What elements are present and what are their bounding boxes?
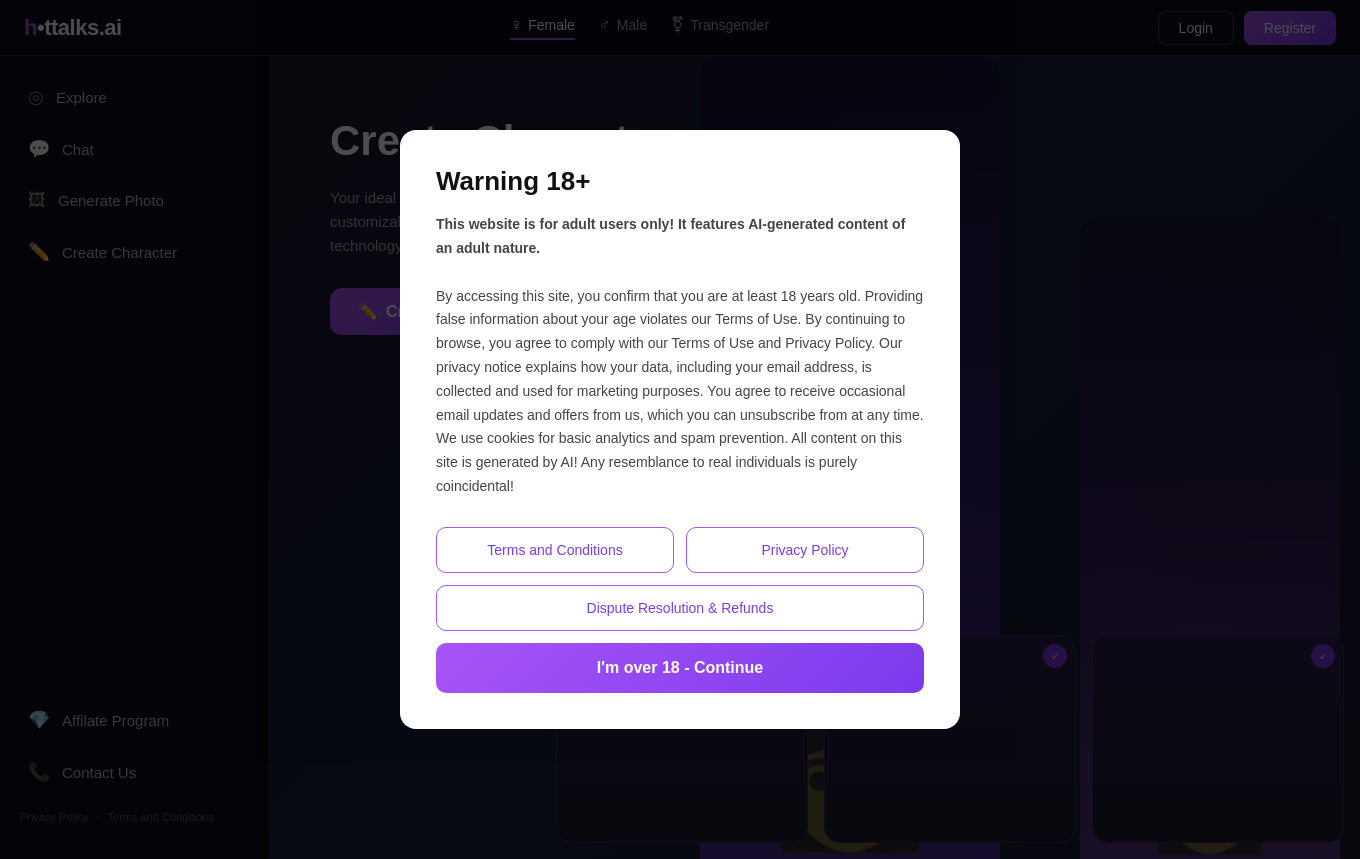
- modal-overlay: Warning 18+ This website is for adult us…: [0, 0, 1360, 859]
- modal-text: By accessing this site, you confirm that…: [436, 288, 924, 494]
- terms-conditions-button[interactable]: Terms and Conditions: [436, 527, 674, 573]
- modal-body: This website is for adult users only! It…: [436, 213, 924, 499]
- dispute-resolution-button[interactable]: Dispute Resolution & Refunds: [436, 585, 924, 631]
- confirm-age-button[interactable]: I'm over 18 - Continue: [436, 643, 924, 693]
- modal-policy-links: Terms and Conditions Privacy Policy: [436, 527, 924, 573]
- privacy-policy-button[interactable]: Privacy Policy: [686, 527, 924, 573]
- warning-modal: Warning 18+ This website is for adult us…: [400, 130, 960, 729]
- modal-title: Warning 18+: [436, 166, 924, 197]
- modal-subtitle: This website is for adult users only! It…: [436, 216, 905, 256]
